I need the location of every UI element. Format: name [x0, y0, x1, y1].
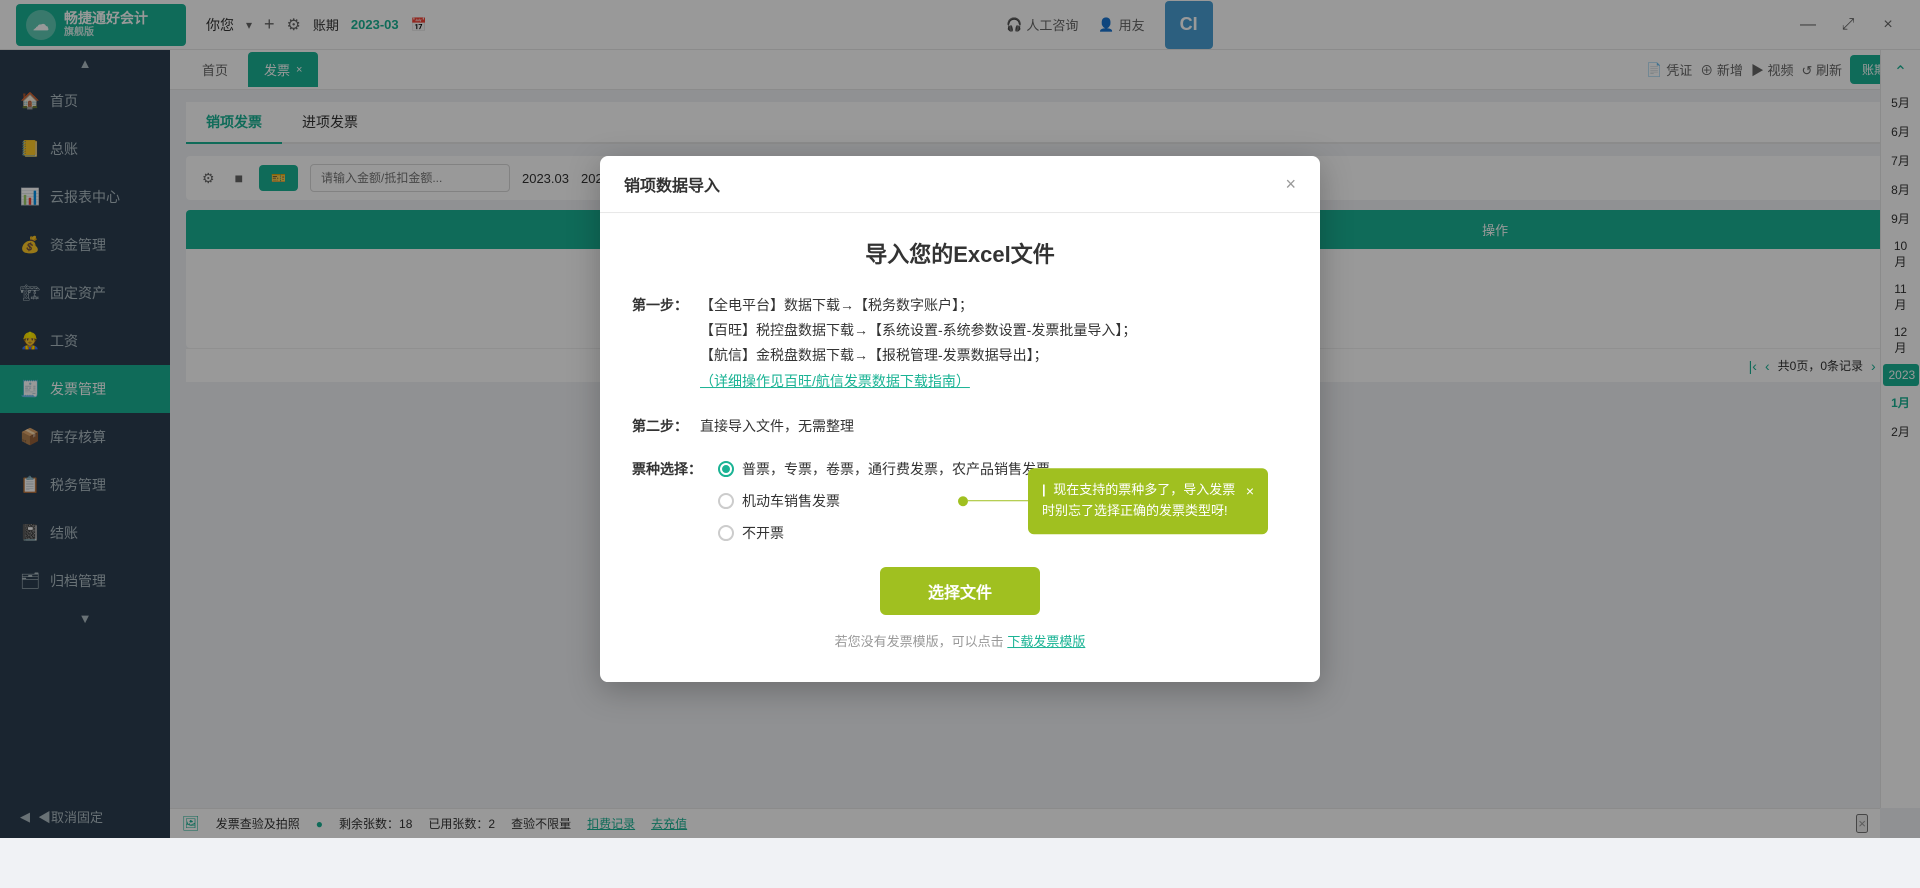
download-tip-text: 若您没有发票模版，可以点击 [835, 634, 1004, 649]
tooltip-text: 现在支持的票种多了，导入发票时别忘了选择正确的发票类型呀! [1042, 482, 1235, 518]
tooltip-close-btn[interactable]: × [1246, 480, 1254, 502]
step1-guide-link[interactable]: （详细操作见百旺/航信发票数据下载指南） [700, 373, 970, 389]
tooltip-bar-icon: | [1042, 482, 1046, 497]
tooltip-container: × | 现在支持的票种多了，导入发票时别忘了选择正确的发票类型呀! [958, 468, 1268, 534]
modal-main-title: 导入您的Excel文件 [632, 237, 1288, 269]
radio-dot-1 [722, 465, 730, 473]
ticket-select-section: 票种选择： 普票，专票，卷票，通行费发票，农产品销售发票 机动车销售发票 [632, 459, 1288, 543]
step1-line3: 【航信】金税盘数据下载→【报税管理-发票数据导出】； [700, 343, 1136, 368]
import-modal: 销项数据导入 × 导入您的Excel文件 第一步： 【全电平台】数据下载→【税务… [600, 156, 1320, 682]
step2: 第二步： 直接导入文件，无需整理 [632, 414, 1288, 439]
select-file-btn[interactable]: 选择文件 [880, 567, 1040, 615]
radio-circle-3 [718, 525, 734, 541]
step1-label: 第一步： [632, 293, 692, 315]
modal-header: 销项数据导入 × [600, 156, 1320, 213]
ticket-select-label: 票种选择： [632, 459, 702, 479]
step1-content: 【全电平台】数据下载→【税务数字账户】； 【百旺】税控盘数据下载→【系统设置-系… [700, 293, 1136, 394]
modal-title: 销项数据导入 [624, 172, 720, 196]
radio-label-2: 机动车销售发票 [742, 491, 840, 511]
modal-body: 导入您的Excel文件 第一步： 【全电平台】数据下载→【税务数字账户】； 【百… [600, 213, 1320, 682]
radio-group: 普票，专票，卷票，通行费发票，农产品销售发票 机动车销售发票 × | [710, 459, 1050, 543]
step2-content: 直接导入文件，无需整理 [700, 414, 854, 439]
step1: 第一步： 【全电平台】数据下载→【税务数字账户】； 【百旺】税控盘数据下载→【系… [632, 293, 1288, 394]
step1-line1: 【全电平台】数据下载→【税务数字账户】； [700, 293, 1136, 318]
radio-option-2[interactable]: 机动车销售发票 × | 现在支持的票种多了，导入发票时别忘了选择正确的发票类型呀… [718, 491, 1050, 511]
download-template-link[interactable]: 下载发票模版 [1007, 634, 1085, 649]
download-template-section: 若您没有发票模版，可以点击 下载发票模版 [632, 631, 1288, 650]
radio-circle-1 [718, 461, 734, 477]
step2-label: 第二步： [632, 414, 692, 436]
tooltip-dot [958, 496, 968, 506]
radio-circle-2 [718, 493, 734, 509]
step1-line2: 【百旺】税控盘数据下载→【系统设置-系统参数设置-发票批量导入】； [700, 318, 1136, 343]
step1-link-wrap: （详细操作见百旺/航信发票数据下载指南） [700, 369, 1136, 394]
radio-label-3: 不开票 [742, 523, 784, 543]
modal-close-btn[interactable]: × [1285, 174, 1296, 195]
tooltip-bubble: × | 现在支持的票种多了，导入发票时别忘了选择正确的发票类型呀! [1028, 468, 1268, 534]
tooltip-line [968, 500, 1028, 501]
